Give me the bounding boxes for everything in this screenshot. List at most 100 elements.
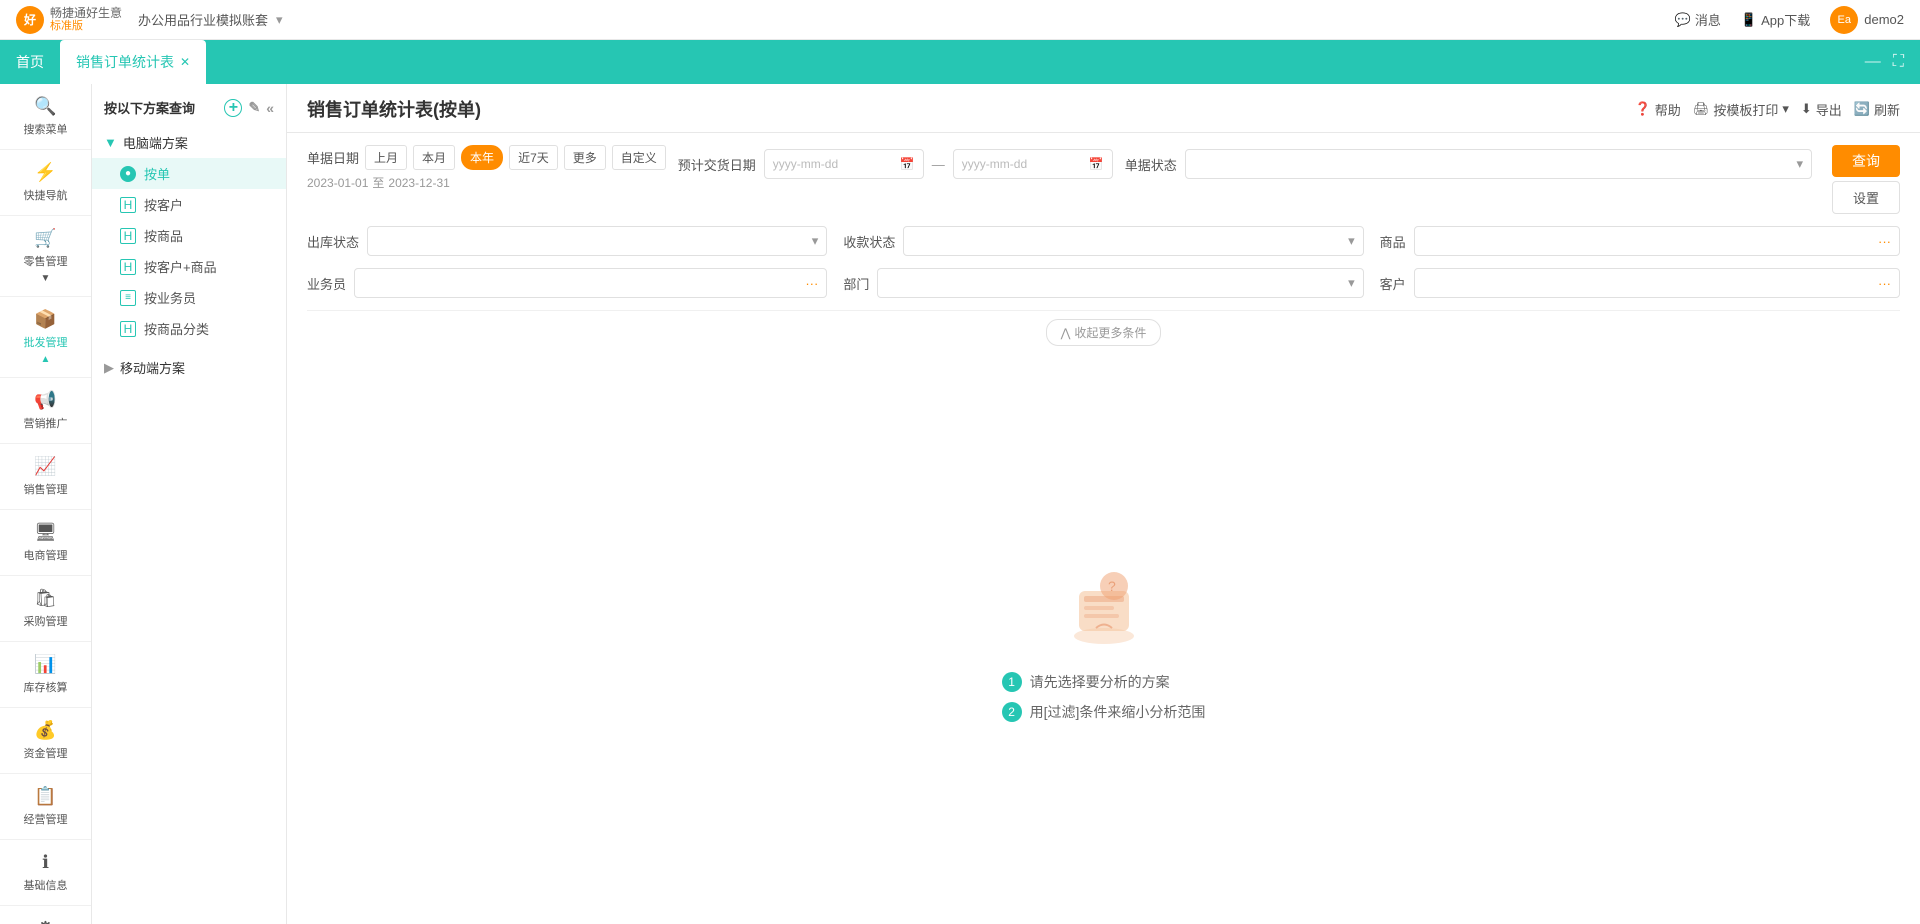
- query-button[interactable]: 查询: [1832, 145, 1900, 177]
- empty-steps: 1 请先选择要分析的方案 2 用[过滤]条件来缩小分析范围: [1002, 672, 1206, 722]
- sidebar-item-operations[interactable]: 📋 经营管理: [0, 774, 91, 840]
- export-icon: ⬇: [1801, 101, 1812, 117]
- app-download-action[interactable]: 📱 App下载: [1741, 10, 1810, 29]
- collapse-bar: ⋀ 收起更多条件: [307, 310, 1900, 354]
- message-action[interactable]: 💬 消息: [1675, 10, 1721, 29]
- scheme-item-by-category-label: 按商品分类: [144, 319, 209, 338]
- sidebar-item-marketing[interactable]: 📢 营销推广: [0, 378, 91, 444]
- marketing-icon: 📢: [34, 390, 56, 411]
- settings-button[interactable]: 设置: [1832, 181, 1900, 214]
- refresh-btn[interactable]: 🔄 刷新: [1854, 100, 1900, 119]
- tab-minimize-btn[interactable]: —: [1865, 53, 1881, 71]
- export-btn[interactable]: ⬇ 导出: [1801, 100, 1842, 119]
- scheme-add-icon[interactable]: +: [224, 99, 242, 117]
- message-label: 消息: [1695, 10, 1721, 29]
- date-btn-last-month[interactable]: 上月: [365, 145, 407, 170]
- logo-text: 畅捷通好生意 标准版: [50, 6, 122, 34]
- sidebar-item-inventory-label: 库存核算: [24, 679, 68, 695]
- expected-date-group: 预计交货日期 yyyy-mm-dd 📅 — yyyy-mm-dd 📅: [678, 149, 1113, 179]
- scheme-item-by-product-icon: H: [120, 228, 136, 244]
- help-label: 帮助: [1655, 100, 1681, 119]
- tab-home[interactable]: 首页: [0, 40, 60, 84]
- calendar-end-icon[interactable]: 📅: [1089, 157, 1104, 171]
- sidebar-item-wholesale-mgmt[interactable]: 📦 批发管理 ▲: [0, 297, 91, 378]
- customer-more-icon[interactable]: ···: [1878, 276, 1891, 291]
- date-filter-label: 单据日期: [307, 148, 359, 167]
- help-btn[interactable]: ❓ 帮助: [1635, 100, 1681, 119]
- goods-more-icon[interactable]: ···: [1878, 234, 1891, 249]
- collapse-button[interactable]: ⋀ 收起更多条件: [1046, 319, 1162, 346]
- salesperson-input[interactable]: ···: [354, 268, 827, 298]
- date-btn-last-7-days[interactable]: 近7天: [509, 145, 558, 170]
- print-btn[interactable]: 🖨 按模板打印 ▾: [1693, 100, 1789, 119]
- date-btn-this-year[interactable]: 本年: [461, 145, 503, 170]
- date-btn-more[interactable]: 更多: [564, 145, 606, 170]
- sidebar-item-sales-label: 销售管理: [24, 481, 68, 497]
- out-status-label: 出库状态: [307, 232, 359, 251]
- date-range-start: 2023-01-01: [307, 176, 368, 190]
- step-2-text: 用[过滤]条件来缩小分析范围: [1030, 702, 1206, 722]
- scheme-group-mobile-header[interactable]: ▶ 移动端方案: [92, 352, 286, 383]
- sidebar-item-finance[interactable]: 💰 资金管理: [0, 708, 91, 774]
- finance-icon: 💰: [34, 720, 56, 741]
- out-status-select[interactable]: ▾: [367, 226, 827, 256]
- date-btn-this-month[interactable]: 本月: [413, 145, 455, 170]
- tab-sales-order-stats-label: 销售订单统计表: [76, 52, 174, 72]
- expected-date-start-input[interactable]: yyyy-mm-dd 📅: [764, 149, 924, 179]
- status-select[interactable]: ▾: [1185, 149, 1812, 179]
- calendar-start-icon[interactable]: 📅: [900, 157, 915, 171]
- tab-sales-order-stats[interactable]: 销售订单统计表 ✕: [60, 40, 206, 84]
- print-icon: 🖨: [1693, 101, 1710, 117]
- collection-status-group: 收款状态 ▾: [843, 226, 1363, 256]
- app-download-icon: 📱: [1741, 12, 1757, 28]
- scheme-item-by-product-label: 按商品: [144, 226, 183, 245]
- print-dropdown-icon[interactable]: ▾: [1782, 101, 1789, 117]
- scheme-group-pc-header[interactable]: ▼ 电脑端方案: [92, 127, 286, 158]
- collection-status-select[interactable]: ▾: [903, 226, 1363, 256]
- sidebar-item-system[interactable]: ⚙ 系统管理: [0, 906, 91, 924]
- collapse-chevron-icon: ⋀: [1061, 326, 1071, 340]
- out-status-dropdown-icon: ▾: [812, 233, 819, 249]
- scheme-item-by-category[interactable]: H 按商品分类: [92, 313, 286, 344]
- sidebar-item-wholesale-label: 批发管理: [24, 334, 68, 350]
- step-2-num: 2: [1002, 702, 1022, 722]
- top-bar-right: 💬 消息 📱 App下载 Ea demo2: [1675, 6, 1904, 34]
- tab-maximize-btn[interactable]: ⛶: [1893, 53, 1904, 71]
- scheme-panel: 按以下方案查询 + ✎ « ▼ 电脑端方案 ● 按单 H 按客: [92, 84, 287, 924]
- filter-row-1: 单据日期 上月 本月 本年 近7天 更多 自定义 2023-01-01 至 20…: [307, 145, 1900, 214]
- department-select[interactable]: ▾: [877, 268, 1363, 298]
- sidebar-item-basic-info[interactable]: ℹ 基础信息: [0, 840, 91, 906]
- tab-bar-right: — ⛶: [1865, 53, 1920, 71]
- scheme-edit-icon[interactable]: ✎: [248, 99, 260, 116]
- logo-area: 好 畅捷通好生意 标准版: [16, 6, 122, 34]
- sidebar-item-search-menu-label: 搜索菜单: [24, 121, 68, 137]
- user-avatar: Ea: [1830, 6, 1858, 34]
- expected-date-end-input[interactable]: yyyy-mm-dd 📅: [953, 149, 1113, 179]
- scheme-item-by-salesperson[interactable]: ≡ 按业务员: [92, 282, 286, 313]
- scheme-item-by-customer[interactable]: H 按客户: [92, 189, 286, 220]
- page-actions: ❓ 帮助 🖨 按模板打印 ▾ ⬇ 导出 🔄: [1635, 100, 1900, 119]
- date-btn-custom[interactable]: 自定义: [612, 145, 666, 170]
- goods-input[interactable]: ···: [1414, 226, 1900, 256]
- scheme-item-by-order[interactable]: ● 按单: [92, 158, 286, 189]
- salesperson-more-icon[interactable]: ···: [805, 276, 818, 291]
- scheme-item-by-customer-product[interactable]: H 按客户+商品: [92, 251, 286, 282]
- operations-icon: 📋: [34, 786, 56, 807]
- sidebar-item-sales-mgmt[interactable]: 📈 销售管理: [0, 444, 91, 510]
- tab-close-icon[interactable]: ✕: [180, 55, 190, 69]
- sidebar-item-quick-nav[interactable]: ⚡ 快捷导航: [0, 150, 91, 216]
- scheme-collapse-icon[interactable]: «: [266, 100, 274, 116]
- sidebar-item-retail-label: 零售管理: [24, 253, 68, 269]
- status-group: 单据状态 ▾: [1125, 149, 1812, 179]
- scheme-item-by-product[interactable]: H 按商品: [92, 220, 286, 251]
- user-area[interactable]: Ea demo2: [1830, 6, 1904, 34]
- sidebar-item-ecommerce[interactable]: 🖥 电商管理: [0, 510, 91, 576]
- app-title-dropdown[interactable]: ▾: [276, 12, 283, 28]
- sidebar-item-search-menu[interactable]: 🔍 搜索菜单: [0, 84, 91, 150]
- sidebar-item-inventory[interactable]: 📊 库存核算: [0, 642, 91, 708]
- sidebar-item-purchase[interactable]: 🛍 采购管理: [0, 576, 91, 642]
- salesperson-group: 业务员 ···: [307, 268, 827, 298]
- sidebar-item-retail-mgmt[interactable]: 🛒 零售管理 ▼: [0, 216, 91, 297]
- app-title: 办公用品行业模拟账套: [138, 10, 268, 29]
- customer-input[interactable]: ···: [1414, 268, 1900, 298]
